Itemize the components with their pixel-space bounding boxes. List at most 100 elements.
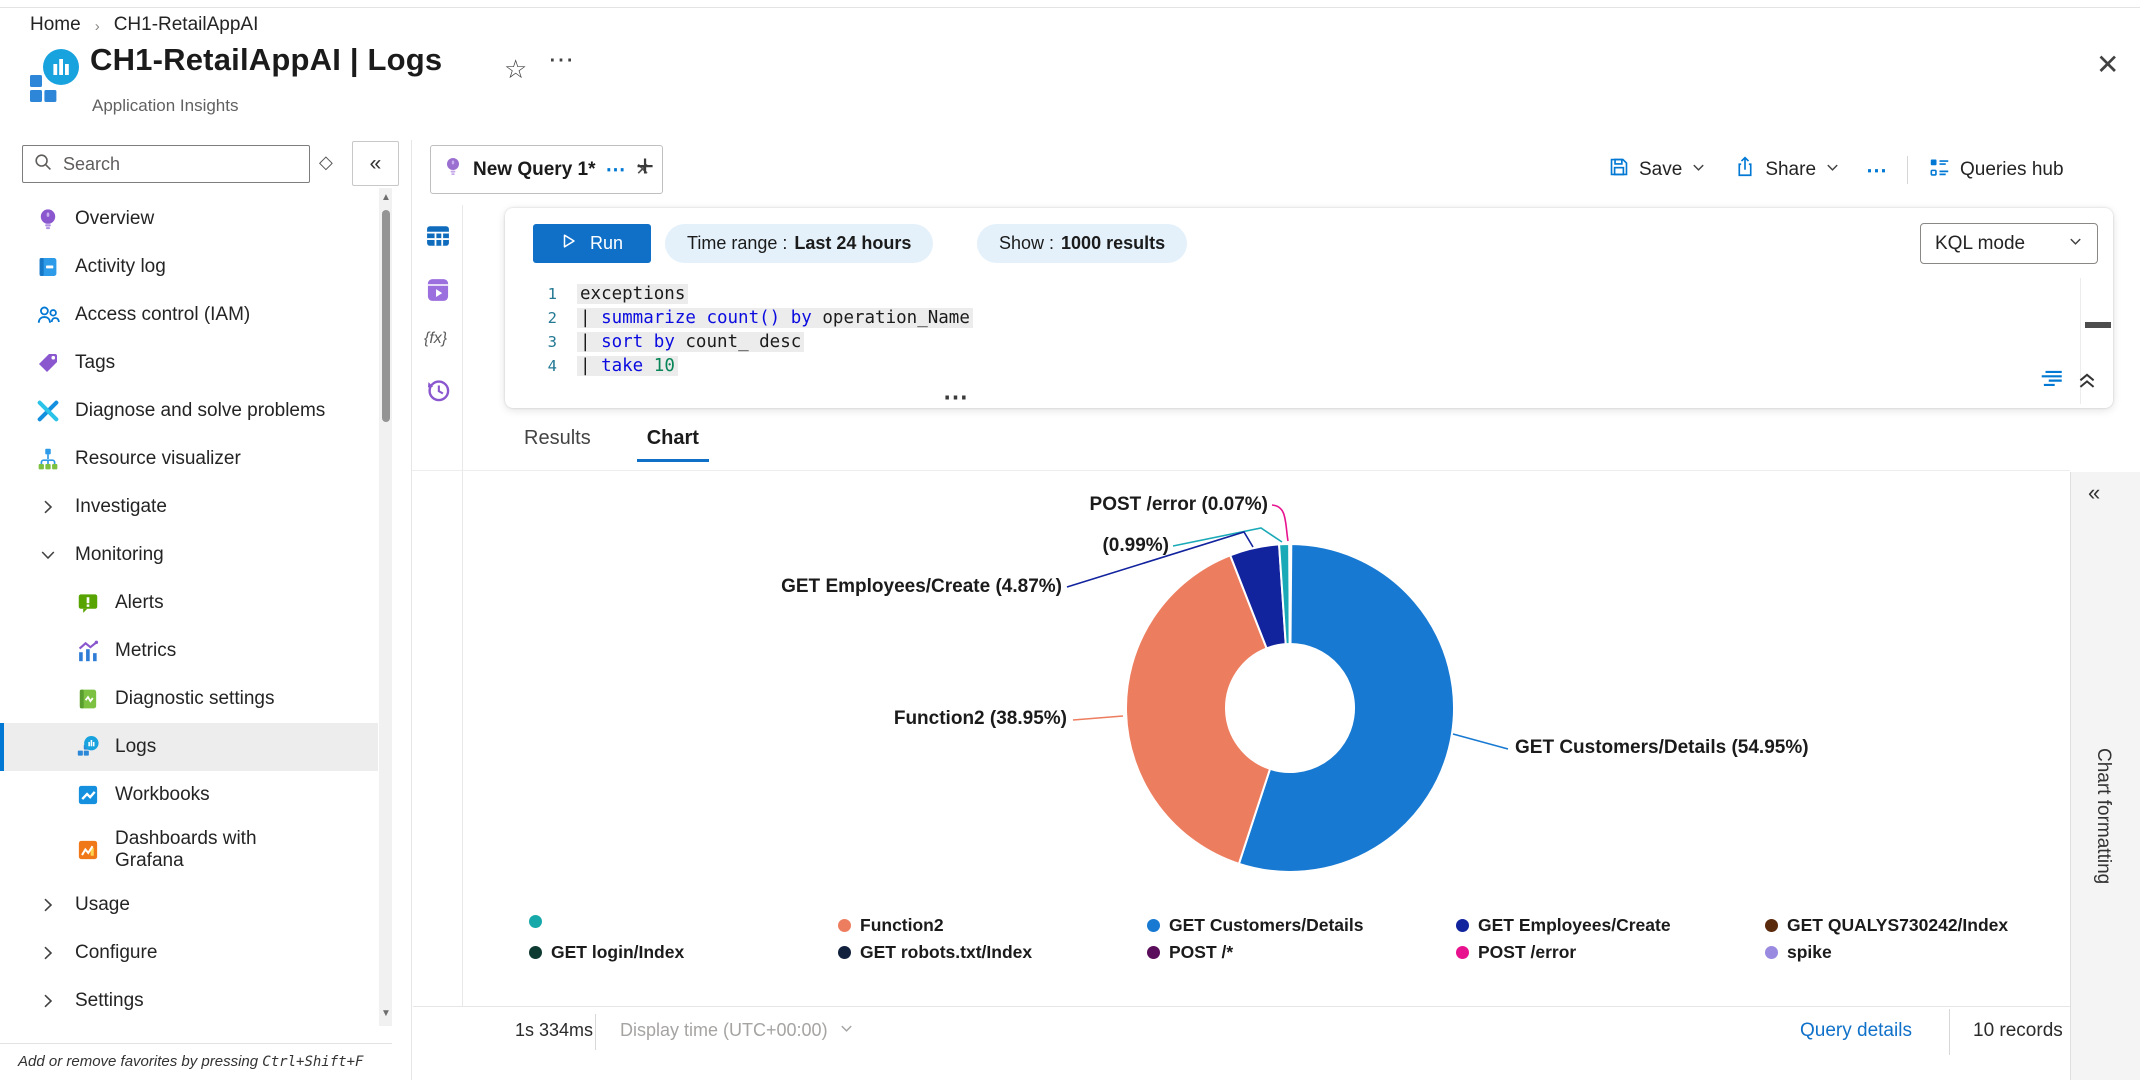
query-history-icon[interactable] xyxy=(424,376,452,404)
legend-item-post-[interactable]: POST /* xyxy=(1147,942,1233,963)
legend-dot xyxy=(1147,919,1160,932)
code-line[interactable]: 4| take 10 xyxy=(505,354,2045,378)
chevron-right-icon xyxy=(36,495,60,519)
legend-item-get-robots-txt-index[interactable]: GET robots.txt/Index xyxy=(838,942,1032,963)
sidebar-item-overview[interactable]: Overview xyxy=(0,195,378,243)
functions-pane-icon[interactable]: {fx} xyxy=(424,330,452,358)
tab-results[interactable]: Results xyxy=(524,427,591,462)
legend-item-function2[interactable]: Function2 xyxy=(838,915,944,936)
queries-hub-button[interactable]: Queries hub xyxy=(1928,156,2064,185)
breadcrumb-current[interactable]: CH1-RetailAppAI xyxy=(114,14,259,36)
query-details-link[interactable]: Query details xyxy=(1800,1020,1912,1042)
sidebar-scrollbar-thumb[interactable] xyxy=(382,210,390,422)
sidebar-item-usage[interactable]: Usage xyxy=(0,881,378,929)
overview-icon xyxy=(36,207,60,231)
show-results-picker[interactable]: Show : 1000 results xyxy=(977,224,1187,263)
time-range-picker[interactable]: Time range : Last 24 hours xyxy=(665,224,933,263)
share-button[interactable]: Share xyxy=(1734,156,1840,184)
tab-chart[interactable]: Chart xyxy=(637,427,709,462)
legend-label: Function2 xyxy=(860,915,944,936)
legend-label: GET Customers/Details xyxy=(1169,915,1364,936)
sidebar-item-metrics[interactable]: Metrics xyxy=(0,627,378,675)
metrics-icon xyxy=(76,639,100,663)
format-query-icon[interactable] xyxy=(2039,368,2065,390)
pie-callout-label: GET Employees/Create (4.87%) xyxy=(781,576,1062,598)
sidebar-item-dashboards-with-grafana[interactable]: Dashboards with Grafana xyxy=(0,819,378,881)
pie-slice-post-error[interactable] xyxy=(1289,544,1291,644)
sidebar: ◇ « OverviewActivity log Access control (… xyxy=(0,140,410,1080)
breadcrumb: Home › CH1-RetailAppAI xyxy=(30,14,258,36)
breadcrumb-home-link[interactable]: Home xyxy=(30,14,81,36)
sidebar-item-label: Diagnostic settings xyxy=(115,688,274,710)
code-line[interactable]: 2| summarize count() by operation_Name xyxy=(505,306,2045,330)
chart-formatting-expand-icon[interactable]: « xyxy=(2088,480,2100,506)
pie-callout-label: Function2 (38.95%) xyxy=(894,708,1067,730)
sidebar-collapse-button[interactable]: « xyxy=(352,141,399,186)
legend-item-get-customers-details[interactable]: GET Customers/Details xyxy=(1147,915,1364,936)
legend-label: POST /error xyxy=(1478,942,1576,963)
sidebar-item-logs[interactable]: Logs xyxy=(0,723,378,771)
search-input[interactable] xyxy=(61,153,299,176)
run-button[interactable]: Run xyxy=(533,224,651,263)
legend-dot xyxy=(838,919,851,932)
kql-mode-value: KQL mode xyxy=(1935,233,2025,255)
sidebar-item-configure[interactable]: Configure xyxy=(0,929,378,977)
sidebar-item-alerts[interactable]: Alerts xyxy=(0,579,378,627)
legend-item-get-employees-create[interactable]: GET Employees/Create xyxy=(1456,915,1671,936)
legend-item-post-error[interactable]: POST /error xyxy=(1456,942,1576,963)
legend-item-get-qualys730242-index[interactable]: GET QUALYS730242/Index xyxy=(1765,915,2008,936)
sidebar-item-resource-visualizer[interactable]: Resource visualizer xyxy=(0,435,378,483)
pie-callout-label: POST /error (0.07%) xyxy=(1090,494,1268,516)
more-actions-icon[interactable]: ⋯ xyxy=(1866,158,1887,183)
sidebar-search-box[interactable] xyxy=(22,145,310,183)
sidebar-item-label: Access control (IAM) xyxy=(75,304,250,326)
code-line[interactable]: 3| sort by count_ desc xyxy=(505,330,2045,354)
code-line[interactable]: 1exceptions xyxy=(505,282,2045,306)
chevron-right-icon xyxy=(36,941,60,965)
favorite-star-icon[interactable]: ☆ xyxy=(504,54,527,85)
sidebar-item-activity-log[interactable]: Activity log xyxy=(0,243,378,291)
sidebar-item-workbooks[interactable]: Workbooks xyxy=(0,771,378,819)
kql-code-editor[interactable]: 1exceptions2| summarize count() by opera… xyxy=(505,282,2045,378)
scroll-down-arrow-icon[interactable]: ▼ xyxy=(381,1008,391,1019)
sidebar-item-settings[interactable]: Settings xyxy=(0,977,378,1025)
query-tab-more-icon[interactable]: ⋯ xyxy=(606,157,626,182)
grafana-icon xyxy=(76,838,100,862)
collapse-editor-icon[interactable] xyxy=(2076,368,2098,390)
sidebar-item-access-control-iam[interactable]: Access control (IAM) xyxy=(0,291,378,339)
save-label: Save xyxy=(1639,159,1682,181)
close-blade-icon[interactable]: ✕ xyxy=(2096,48,2119,81)
sidebar-item-monitoring[interactable]: Monitoring xyxy=(0,531,378,579)
example-queries-icon[interactable] xyxy=(424,276,452,304)
sidebar-item-diagnose-and-solve-problems[interactable]: Diagnose and solve problems xyxy=(0,387,378,435)
chart-formatting-label[interactable]: Chart formatting xyxy=(2092,748,2114,884)
display-time-select[interactable]: Display time (UTC+00:00) xyxy=(620,1020,854,1041)
legend-item-get-login-index[interactable]: GET login/Index xyxy=(529,942,684,963)
save-button[interactable]: Save xyxy=(1608,156,1706,184)
kql-mode-select[interactable]: KQL mode xyxy=(1920,223,2098,264)
code-text: | summarize count() by operation_Name xyxy=(577,308,973,328)
access-control-icon xyxy=(36,303,60,327)
search-icon xyxy=(33,152,53,177)
legend-item-unnamed[interactable] xyxy=(529,915,551,928)
sidebar-sort-icon[interactable]: ◇ xyxy=(319,152,333,173)
sidebar-item-tags[interactable]: Tags xyxy=(0,339,378,387)
legend-item-spike[interactable]: spike xyxy=(1765,942,1832,963)
time-range-label: Time range : xyxy=(687,233,787,254)
legend-dot xyxy=(1765,919,1778,932)
sidebar-item-investigate[interactable]: Investigate xyxy=(0,483,378,531)
chevron-down-icon xyxy=(1825,159,1840,181)
editor-resize-handle[interactable]: ⋯ xyxy=(943,382,970,412)
sidebar-item-diagnostic-settings[interactable]: Diagnostic settings xyxy=(0,675,378,723)
title-more-icon[interactable]: ⋯ xyxy=(548,44,574,75)
new-tab-button[interactable]: + xyxy=(636,150,654,181)
query-tab[interactable]: New Query 1* ⋯ ✕ xyxy=(430,145,663,194)
code-text: exceptions xyxy=(577,284,688,304)
tables-pane-icon[interactable] xyxy=(424,222,452,250)
sidebar-item-label: Metrics xyxy=(115,640,176,662)
workbooks-icon xyxy=(76,783,100,807)
minimap-indicator[interactable] xyxy=(2085,322,2111,328)
footer-hint-text: Add or remove favorites by pressing xyxy=(18,1053,258,1070)
scroll-up-arrow-icon[interactable]: ▲ xyxy=(381,192,391,203)
share-icon xyxy=(1734,156,1756,184)
